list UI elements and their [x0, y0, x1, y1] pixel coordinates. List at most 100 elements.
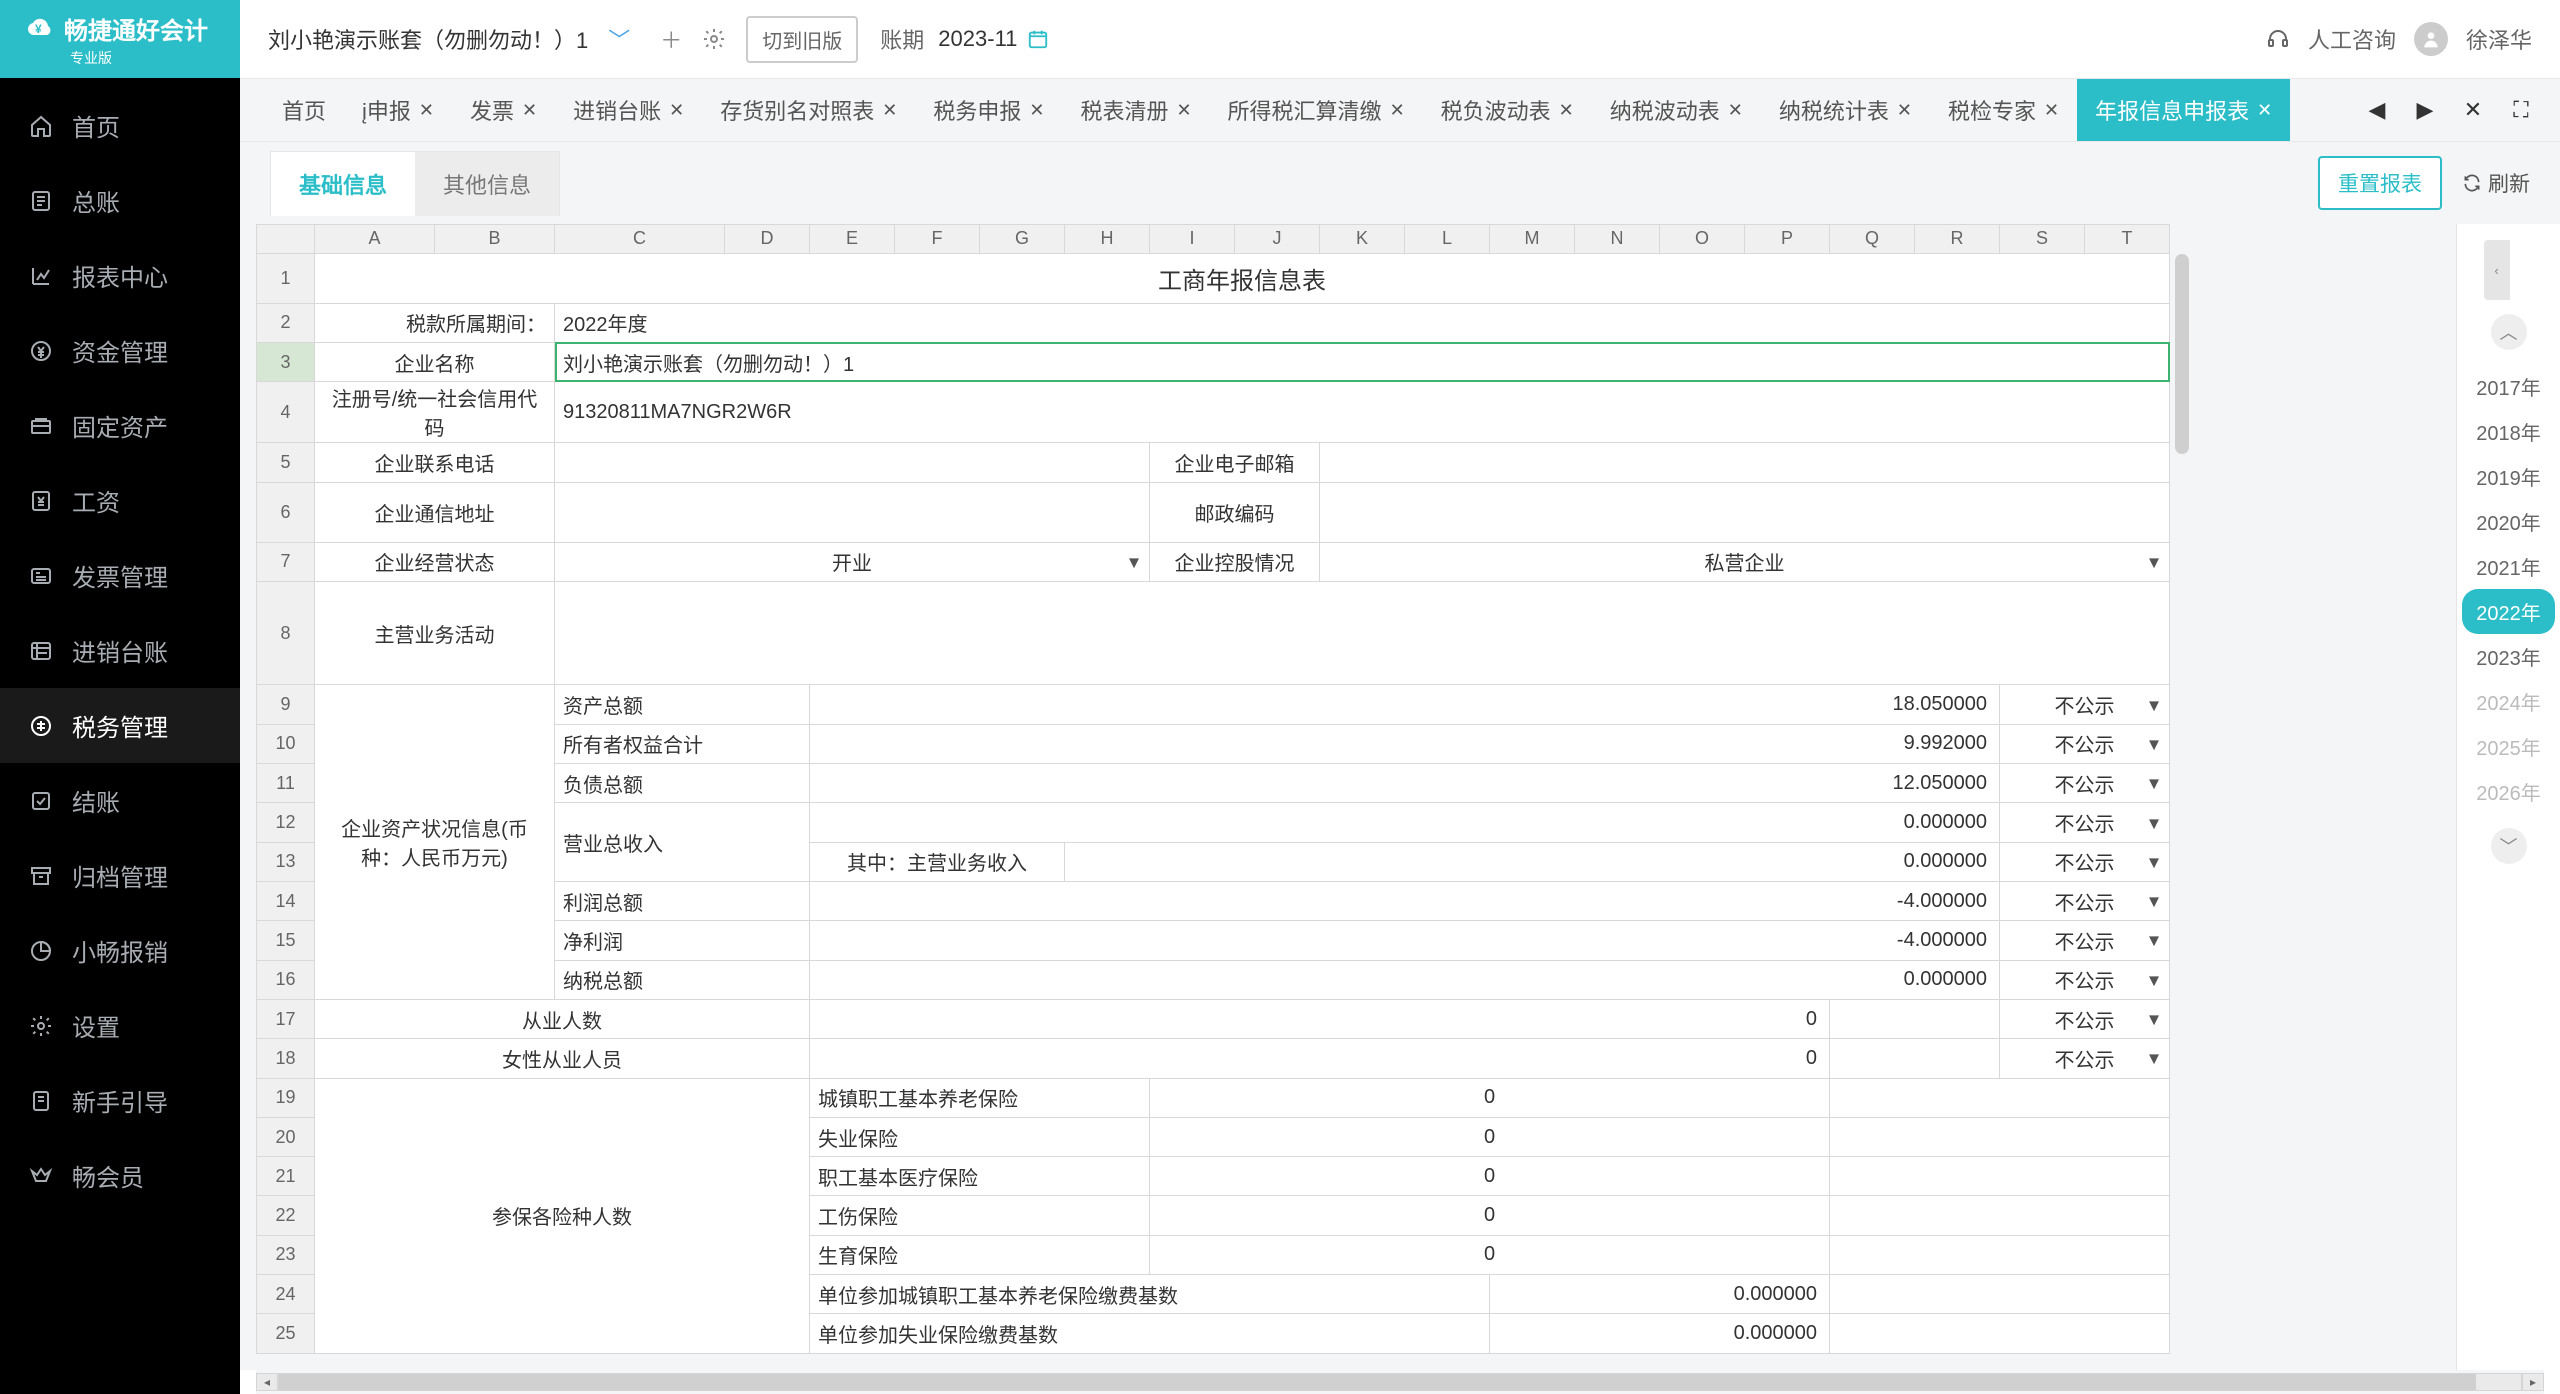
row-header[interactable]: 11 — [257, 764, 315, 803]
finance-value[interactable]: 0.000000 — [810, 803, 2000, 842]
tab[interactable]: 存货别名对照表✕ — [702, 79, 915, 141]
column-header[interactable]: I — [1150, 225, 1235, 254]
tab[interactable]: 纳税统计表✕ — [1761, 79, 1930, 141]
addr-value[interactable] — [555, 482, 1150, 542]
publicity-select[interactable]: 不公示 — [2000, 960, 2170, 999]
close-icon[interactable]: ✕ — [1897, 100, 1912, 121]
insurance-extra[interactable] — [1830, 1117, 2170, 1156]
fullscreen-icon[interactable]: ⛶ — [2502, 91, 2540, 129]
finance-value[interactable]: 18.050000 — [810, 685, 2000, 724]
row-header[interactable]: 13 — [257, 842, 315, 881]
account-name[interactable]: 刘小艳演示账套（勿删勿动！）1 — [268, 23, 588, 55]
insurance-extra[interactable] — [1830, 1196, 2170, 1235]
base-extra[interactable] — [1830, 1275, 2170, 1314]
row-header[interactable]: 24 — [257, 1275, 315, 1314]
row-header[interactable]: 2 — [257, 303, 315, 342]
hscroll-left-icon[interactable]: ◂ — [256, 1373, 278, 1391]
tab[interactable]: į申报✕ — [344, 79, 452, 141]
female-value2[interactable] — [1830, 1039, 2000, 1078]
column-header[interactable]: D — [725, 225, 810, 254]
sidebar-item-tax[interactable]: 税务管理 — [0, 688, 240, 763]
close-icon[interactable]: ✕ — [1390, 100, 1405, 121]
sidebar-item-asset[interactable]: 固定资产 — [0, 388, 240, 463]
switch-old-button[interactable]: 切到旧版 — [746, 16, 858, 63]
hscroll-right-icon[interactable]: ▸ — [2522, 1373, 2544, 1391]
finance-value[interactable]: 12.050000 — [810, 764, 2000, 803]
company-value-cell[interactable]: 刘小艳演示账套（勿删勿动！）1 — [555, 342, 2170, 381]
chevron-down-icon[interactable]: ﹀ — [608, 23, 630, 55]
horizontal-scrollbar[interactable]: ◂ ▸ — [256, 1370, 2544, 1394]
sheet-scroll[interactable]: ABCDEFGHIJKLMNOPQRST1工商年报信息表2税款所属期间：2022… — [240, 224, 2456, 1370]
row-header[interactable]: 5 — [257, 443, 315, 482]
email-value[interactable] — [1320, 443, 2170, 482]
column-header[interactable]: E — [810, 225, 895, 254]
row-header[interactable]: 19 — [257, 1078, 315, 1117]
finance-value[interactable]: -4.000000 — [810, 921, 2000, 960]
column-header[interactable]: Q — [1830, 225, 1915, 254]
row-header[interactable]: 17 — [257, 999, 315, 1038]
publicity-select[interactable]: 不公示 — [2000, 764, 2170, 803]
year-item[interactable]: 2017年 — [2462, 364, 2555, 409]
tab[interactable]: 年报信息申报表✕ — [2077, 79, 2290, 141]
postcode-value[interactable] — [1320, 482, 2170, 542]
sidebar-item-churu[interactable]: 进销台账 — [0, 613, 240, 688]
scrollbar-thumb[interactable] — [279, 1374, 2476, 1390]
year-item[interactable]: 2022年 — [2462, 589, 2555, 634]
column-header[interactable]: J — [1235, 225, 1320, 254]
sidebar-item-close[interactable]: 结账 — [0, 763, 240, 838]
column-header[interactable]: A — [315, 225, 435, 254]
sidebar-item-salary[interactable]: 工资 — [0, 463, 240, 538]
holding-select[interactable]: 私营企业 — [1320, 542, 2170, 581]
column-header[interactable]: L — [1405, 225, 1490, 254]
insurance-value[interactable]: 0 — [1150, 1196, 1830, 1235]
column-header[interactable]: C — [555, 225, 725, 254]
row-header[interactable]: 23 — [257, 1235, 315, 1274]
tab-prev-icon[interactable]: ◀ — [2358, 91, 2396, 129]
finance-value[interactable]: -4.000000 — [810, 881, 2000, 920]
base-value[interactable]: 0.000000 — [1490, 1275, 1830, 1314]
row-header[interactable]: 12 — [257, 803, 315, 842]
column-header[interactable]: N — [1575, 225, 1660, 254]
close-icon[interactable]: ✕ — [1559, 100, 1574, 121]
publicity-select[interactable]: 不公示 — [2000, 921, 2170, 960]
close-icon[interactable]: ✕ — [2257, 100, 2272, 121]
sidebar-item-chart[interactable]: 报表中心 — [0, 238, 240, 313]
vertical-scrollbar[interactable] — [2170, 224, 2194, 1354]
row-header[interactable]: 8 — [257, 581, 315, 684]
username[interactable]: 徐泽华 — [2466, 23, 2532, 55]
row-header[interactable]: 3 — [257, 342, 315, 381]
finance-value[interactable]: 0.000000 — [1065, 842, 2000, 881]
finance-value[interactable]: 0.000000 — [810, 960, 2000, 999]
column-header[interactable]: S — [2000, 225, 2085, 254]
sidebar-item-invoice[interactable]: 发票管理 — [0, 538, 240, 613]
sidebar-item-settings[interactable]: 设置 — [0, 988, 240, 1063]
tab[interactable]: 税表清册✕ — [1062, 79, 1209, 141]
female-value[interactable]: 0 — [810, 1039, 1830, 1078]
year-item[interactable]: 2019年 — [2462, 454, 2555, 499]
refresh-button[interactable]: 刷新 — [2462, 168, 2530, 198]
headset-icon[interactable] — [2266, 27, 2290, 51]
tab-next-icon[interactable]: ▶ — [2406, 91, 2444, 129]
employees-value2[interactable] — [1830, 999, 2000, 1038]
close-icon[interactable]: ✕ — [1029, 100, 1044, 121]
row-header[interactable]: 4 — [257, 382, 315, 443]
tab[interactable]: 税负波动表✕ — [1423, 79, 1592, 141]
close-icon[interactable]: ✕ — [1176, 100, 1191, 121]
sidebar-item-ledger[interactable]: 总账 — [0, 163, 240, 238]
year-item[interactable]: 2020年 — [2462, 499, 2555, 544]
row-header[interactable]: 14 — [257, 881, 315, 920]
tab[interactable]: 所得税汇算清缴✕ — [1210, 79, 1423, 141]
close-icon[interactable]: ✕ — [2044, 100, 2059, 121]
year-item[interactable]: 2023年 — [2462, 634, 2555, 679]
publicity-select[interactable]: 不公示 — [2000, 999, 2170, 1038]
year-up-icon[interactable]: ︿ — [2491, 314, 2527, 350]
avatar[interactable] — [2414, 22, 2448, 56]
credit-value[interactable]: 91320811MA7NGR2W6R — [555, 382, 2170, 443]
column-header[interactable]: P — [1745, 225, 1830, 254]
consult-label[interactable]: 人工咨询 — [2308, 23, 2396, 55]
insurance-value[interactable]: 0 — [1150, 1157, 1830, 1196]
spreadsheet[interactable]: ABCDEFGHIJKLMNOPQRST1工商年报信息表2税款所属期间：2022… — [256, 224, 2170, 1354]
publicity-select[interactable]: 不公示 — [2000, 685, 2170, 724]
insurance-value[interactable]: 0 — [1150, 1235, 1830, 1274]
row-header[interactable]: 22 — [257, 1196, 315, 1235]
